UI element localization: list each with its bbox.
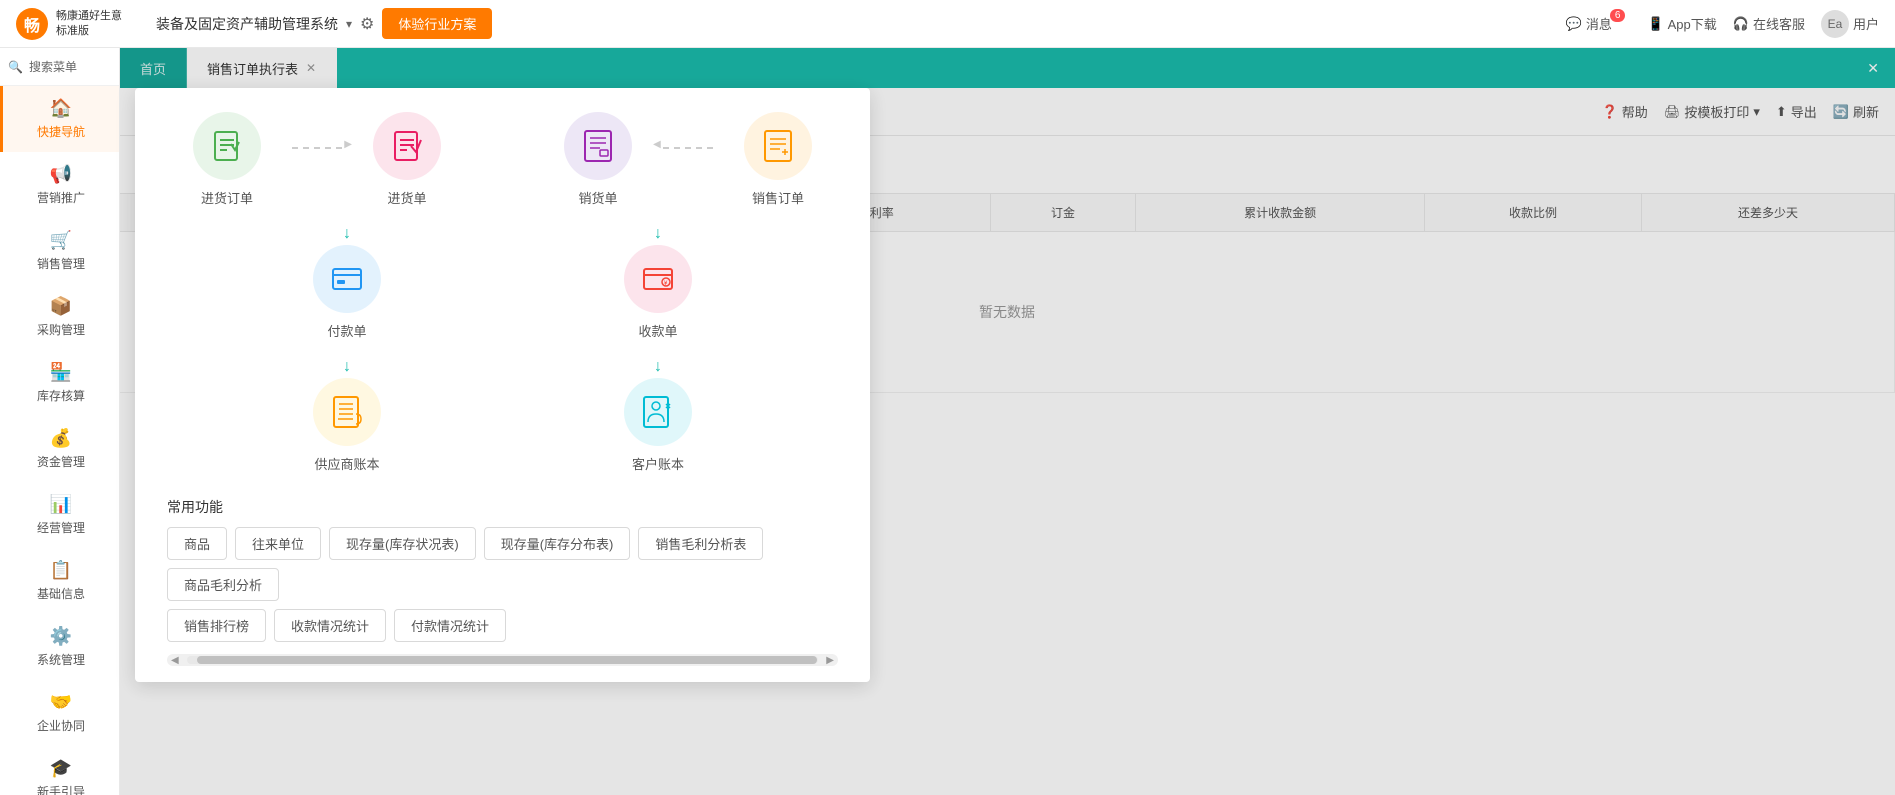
- logo-text: 畅康通好生意 标准版: [56, 9, 122, 38]
- sidebar-item-sales[interactable]: 🛒 销售管理: [0, 218, 119, 284]
- flow-node-purchase-receipt[interactable]: 进货单: [347, 112, 467, 207]
- sidebar: 🔍 搜索菜单 🏠 快捷导航 📢 营销推广 🛒 销售管理 📦 采购管理 🏪: [0, 48, 120, 795]
- common-btn-payment-stats[interactable]: 付款情况统计: [394, 609, 506, 642]
- flow-node-payment[interactable]: 付款单: [287, 245, 407, 340]
- purchase-icon: 📦: [50, 296, 72, 317]
- scroll-left-btn[interactable]: ◀: [167, 655, 183, 666]
- common-btn-sales-rank[interactable]: 销售排行榜: [167, 609, 266, 642]
- scrollbar-thumb[interactable]: [197, 656, 817, 664]
- flow-node-customer-account[interactable]: 客户账本: [598, 378, 718, 473]
- purchase-receipt-circle[interactable]: [373, 112, 441, 180]
- sidebar-item-operation[interactable]: 📊 经营管理: [0, 482, 119, 548]
- inventory-icon: 🏪: [50, 362, 72, 383]
- message-action[interactable]: 💬 消息 6: [1566, 14, 1632, 33]
- home-icon: 🏠: [50, 98, 72, 119]
- payment-circle[interactable]: [313, 245, 381, 313]
- flow-node-sales-receipt[interactable]: 销货单: [538, 112, 658, 207]
- customer-account-circle[interactable]: [624, 378, 692, 446]
- flow-node-sales-order[interactable]: 销售订单: [718, 112, 838, 207]
- arrow-1: [287, 147, 347, 173]
- arrow-2: [658, 147, 718, 173]
- arrow-down-purchase: ↓: [287, 225, 407, 243]
- user-action[interactable]: Ea 用户: [1821, 10, 1879, 38]
- flow-arrows-row2: ↓ ↓: [167, 356, 838, 378]
- sidebar-item-marketing[interactable]: 📢 营销推广: [0, 152, 119, 218]
- enterprise-icon: 🤝: [50, 692, 72, 713]
- common-btn-product[interactable]: 商品: [167, 527, 227, 560]
- user-label: 用户: [1853, 14, 1879, 33]
- flow-node-receipt[interactable]: ¥ 收款单: [598, 245, 718, 340]
- sidebar-item-inventory[interactable]: 🏪 库存核算: [0, 350, 119, 416]
- common-functions-section: 常用功能 商品 往来单位 现存量(库存状况表) 现存量(库存分布表) 销售毛利分…: [167, 497, 838, 642]
- sales-icon: 🛒: [50, 230, 72, 251]
- guide-icon: 🎓: [50, 758, 72, 779]
- sidebar-item-purchase[interactable]: 📦 采购管理: [0, 284, 119, 350]
- common-btn-receipt-stats[interactable]: 收款情况统计: [274, 609, 386, 642]
- basic-info-icon: 📋: [50, 560, 72, 581]
- sidebar-item-quick-nav[interactable]: 🏠 快捷导航: [0, 86, 119, 152]
- operation-icon: 📊: [50, 494, 72, 515]
- phone-icon: 📱: [1647, 16, 1663, 32]
- headset-icon: 🎧: [1733, 16, 1749, 32]
- online-service-action[interactable]: 🎧 在线客服: [1733, 14, 1805, 33]
- system-icon: ⚙️: [50, 626, 72, 647]
- receipt-circle[interactable]: ¥: [624, 245, 692, 313]
- finance-icon: 💰: [50, 428, 72, 449]
- common-btn-inventory-dist[interactable]: 现存量(库存分布表): [484, 527, 631, 560]
- app-download-action[interactable]: 📱 App下载: [1647, 14, 1716, 33]
- flow-node-purchase-order[interactable]: 进货订单: [167, 112, 287, 207]
- message-badge: 6: [1610, 9, 1626, 22]
- logo-area: 畅 畅康通好生意 标准版: [16, 8, 136, 40]
- sidebar-item-basic-info[interactable]: 📋 基础信息: [0, 548, 119, 614]
- logo-icon: 畅: [16, 8, 48, 40]
- sidebar-item-finance[interactable]: 💰 资金管理: [0, 416, 119, 482]
- message-icon: 💬: [1566, 16, 1582, 32]
- purchase-order-circle[interactable]: [193, 112, 261, 180]
- trial-button[interactable]: 体验行业方案: [382, 8, 492, 39]
- user-avatar: Ea: [1821, 10, 1849, 38]
- sidebar-item-system[interactable]: ⚙️ 系统管理: [0, 614, 119, 680]
- arrow-down-receipt: ↓: [598, 358, 718, 376]
- common-buttons-row-1: 商品 往来单位 现存量(库存状况表) 现存量(库存分布表) 销售毛利分析表 商品…: [167, 527, 838, 601]
- arrow-down-payment: ↓: [287, 358, 407, 376]
- system-name: 装备及固定资产辅助管理系统: [156, 14, 338, 34]
- flow-section: 进货订单 进货单: [167, 112, 838, 473]
- sidebar-item-guide[interactable]: 🎓 新手引导: [0, 746, 119, 795]
- system-dropdown-btn[interactable]: ▾: [346, 17, 352, 31]
- search-icon: 🔍: [8, 60, 23, 74]
- header-right: 💬 消息 6 📱 App下载 🎧 在线客服 Ea 用户: [1566, 10, 1879, 38]
- arrow-down-sales: ↓: [598, 225, 718, 243]
- flow-arrows-row: ↓ ↓: [167, 223, 838, 245]
- flow-row-5: 供应商账本 客户账本: [167, 378, 838, 473]
- search-menu-item[interactable]: 🔍 搜索菜单: [0, 48, 119, 86]
- common-btn-inventory-status[interactable]: 现存量(库存状况表): [329, 527, 476, 560]
- common-btn-sales-gross[interactable]: 销售毛利分析表: [638, 527, 763, 560]
- marketing-icon: 📢: [50, 164, 72, 185]
- scrollbar-track: [187, 656, 819, 664]
- common-buttons-row-2: 销售排行榜 收款情况统计 付款情况统计: [167, 609, 838, 642]
- settings-icon-btn[interactable]: ⚙: [360, 14, 374, 34]
- flow-row-1: 进货订单 进货单: [167, 112, 838, 207]
- popup-scrollbar[interactable]: ◀ ▶: [167, 654, 838, 666]
- scroll-right-btn[interactable]: ▶: [822, 655, 838, 666]
- supplier-account-circle[interactable]: [313, 378, 381, 446]
- common-btn-partner[interactable]: 往来单位: [235, 527, 321, 560]
- flow-node-supplier-account[interactable]: 供应商账本: [287, 378, 407, 473]
- sidebar-item-enterprise[interactable]: 🤝 企业协同: [0, 680, 119, 746]
- common-btn-product-gross[interactable]: 商品毛利分析: [167, 568, 279, 601]
- system-title: 装备及固定资产辅助管理系统 ▾ ⚙ 体验行业方案: [136, 8, 1566, 39]
- flow-row-3: 付款单 ¥ 收款单: [167, 245, 838, 340]
- sales-receipt-circle[interactable]: [564, 112, 632, 180]
- sales-order-circle[interactable]: [744, 112, 812, 180]
- top-header: 畅 畅康通好生意 标准版 装备及固定资产辅助管理系统 ▾ ⚙ 体验行业方案 💬 …: [0, 0, 1895, 48]
- flow-popup: 进货订单 进货单: [135, 88, 870, 682]
- common-functions-title: 常用功能: [167, 497, 838, 517]
